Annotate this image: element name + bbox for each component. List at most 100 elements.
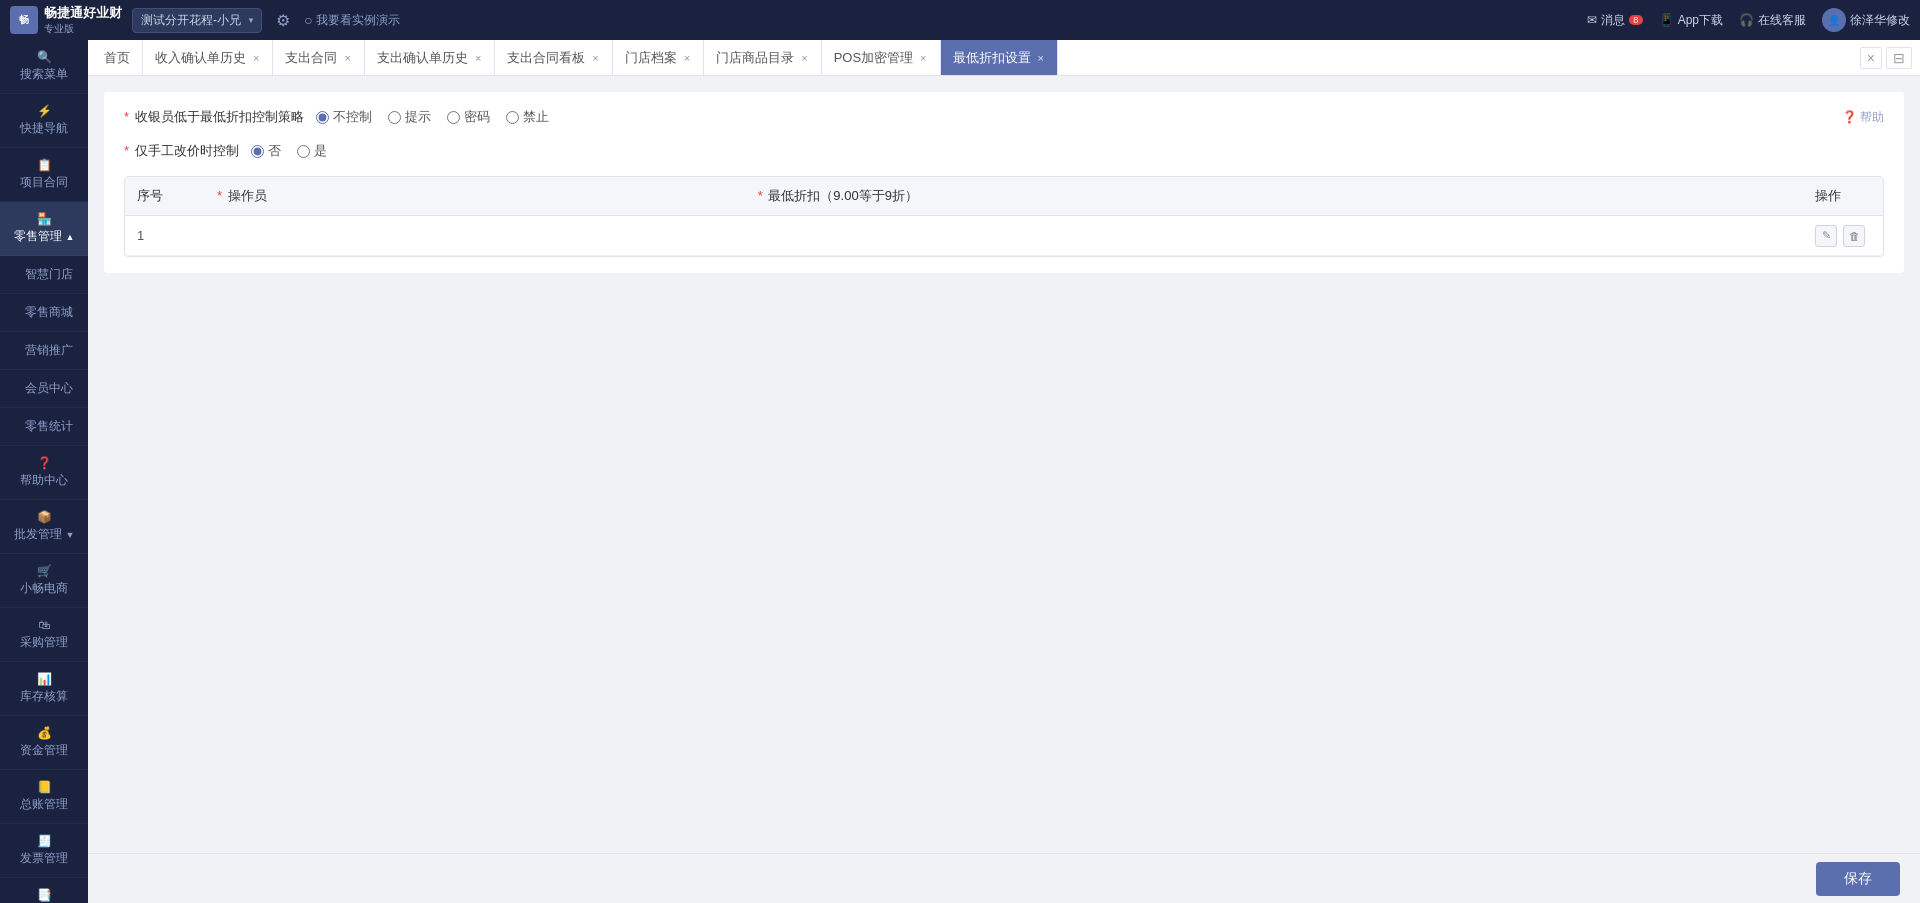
sidebar-item-tax-mgmt[interactable]: 📑 税务管理 bbox=[0, 878, 88, 903]
messages-btn[interactable]: ✉ 消息 8 bbox=[1587, 12, 1643, 29]
messages-label: 消息 bbox=[1601, 12, 1625, 29]
tab-payment-contract-board[interactable]: 支出合同看板 × bbox=[495, 40, 612, 76]
sidebar-item-invoice-mgmt[interactable]: 🧾 发票管理 bbox=[0, 824, 88, 878]
edit-row-1-btn[interactable]: ✎ bbox=[1815, 225, 1837, 247]
tab-payment-contract[interactable]: 支出合同 × bbox=[273, 40, 364, 76]
th-seq: 序号 bbox=[125, 177, 205, 215]
message-icon: ✉ bbox=[1587, 13, 1597, 27]
control-strategy-radio-group: 不控制 提示 密码 禁止 bbox=[316, 108, 549, 126]
radio-input-forbid[interactable] bbox=[506, 111, 519, 124]
sidebar-item-marketing[interactable]: 营销推广 bbox=[0, 332, 88, 370]
radio-label-password: 密码 bbox=[464, 108, 490, 126]
delete-row-1-btn[interactable]: 🗑 bbox=[1843, 225, 1865, 247]
tab-income-confirm-history[interactable]: 收入确认单历史 × bbox=[143, 40, 273, 76]
radio-tip[interactable]: 提示 bbox=[388, 108, 431, 126]
sidebar-item-retail-mgmt[interactable]: 🏪 零售管理 ▲ bbox=[0, 202, 88, 256]
bottom-bar: 保存 bbox=[88, 853, 1920, 903]
sidebar-label-shortcuts: 快捷导航 bbox=[20, 120, 68, 137]
sidebar-label-project-contract: 项目合同 bbox=[20, 174, 68, 191]
td-action-1: ✎ 🗑 bbox=[1803, 217, 1883, 255]
tab-close-current-btn[interactable]: × bbox=[1860, 47, 1882, 69]
sidebar-item-wholesale-mgmt[interactable]: 📦 批发管理 ▼ bbox=[0, 500, 88, 554]
required-star-2: * bbox=[124, 143, 129, 158]
tab-close-store-product-catalog[interactable]: × bbox=[800, 52, 808, 64]
radio-no-control[interactable]: 不控制 bbox=[316, 108, 372, 126]
wholesale-row: 批发管理 ▼ bbox=[14, 526, 75, 543]
save-button[interactable]: 保存 bbox=[1816, 862, 1900, 896]
sidebar-label-capital-mgmt: 资金管理 bbox=[20, 742, 68, 759]
sidebar-item-ecommerce[interactable]: 🛒 小畅电商 bbox=[0, 554, 88, 608]
messages-badge: 8 bbox=[1629, 15, 1643, 25]
sidebar-label-ledger-mgmt: 总账管理 bbox=[20, 796, 68, 813]
radio-manual-no[interactable]: 否 bbox=[251, 142, 281, 160]
project-selector[interactable]: 测试分开花程-小兄 bbox=[132, 8, 262, 33]
radio-input-password[interactable] bbox=[447, 111, 460, 124]
tab-close-min-discount-setting[interactable]: × bbox=[1037, 52, 1045, 64]
retail-icon: 🏪 bbox=[37, 212, 52, 226]
radio-manual-yes[interactable]: 是 bbox=[297, 142, 327, 160]
demo-link-text: 我要看实例演示 bbox=[316, 12, 400, 29]
sidebar-item-retail-stats[interactable]: 零售统计 bbox=[0, 408, 88, 446]
tab-close-pos-password-mgmt[interactable]: × bbox=[919, 52, 927, 64]
radio-label-no-control: 不控制 bbox=[333, 108, 372, 126]
sidebar-item-search[interactable]: 🔍 搜索菜单 bbox=[0, 40, 88, 94]
tab-label-payment-confirm-history: 支出确认单历史 bbox=[377, 49, 468, 67]
tab-pos-password-mgmt[interactable]: POS加密管理 × bbox=[822, 40, 941, 76]
radio-input-no-control[interactable] bbox=[316, 111, 329, 124]
demo-link[interactable]: 我要看实例演示 bbox=[304, 12, 400, 29]
settings-icon[interactable]: ⚙ bbox=[272, 9, 294, 32]
tab-store-archive[interactable]: 门店档案 × bbox=[613, 40, 704, 76]
tab-menu-btn[interactable]: ⊟ bbox=[1886, 47, 1912, 69]
inventory-icon: 📊 bbox=[37, 672, 52, 686]
radio-password[interactable]: 密码 bbox=[447, 108, 490, 126]
sidebar-item-capital-mgmt[interactable]: 💰 资金管理 bbox=[0, 716, 88, 770]
header-right: ✉ 消息 8 📱 App下载 🎧 在线客服 👤 徐泽华修改 bbox=[1587, 8, 1910, 32]
online-service-btn[interactable]: 🎧 在线客服 bbox=[1739, 12, 1806, 29]
top-header: 畅 畅捷通好业财 专业版 测试分开花程-小兄 ⚙ 我要看实例演示 ✉ 消息 8 … bbox=[0, 0, 1920, 40]
sidebar-item-inventory[interactable]: 📊 库存核算 bbox=[0, 662, 88, 716]
app-download-btn[interactable]: 📱 App下载 bbox=[1659, 12, 1723, 29]
retail-mgmt-row: 零售管理 ▲ bbox=[14, 228, 75, 245]
help-link[interactable]: ❓ 帮助 bbox=[1842, 109, 1884, 126]
tab-close-store-archive[interactable]: × bbox=[683, 52, 691, 64]
sidebar-item-member-center[interactable]: 会员中心 bbox=[0, 370, 88, 408]
sidebar-item-shortcuts[interactable]: ⚡ 快捷导航 bbox=[0, 94, 88, 148]
tab-store-product-catalog[interactable]: 门店商品目录 × bbox=[704, 40, 821, 76]
tab-min-discount-setting[interactable]: 最低折扣设置 × bbox=[941, 40, 1058, 76]
sidebar-label-retail-stats: 零售统计 bbox=[25, 418, 73, 435]
tab-close-payment-contract-board[interactable]: × bbox=[591, 52, 599, 64]
tab-home[interactable]: 首页 bbox=[92, 40, 143, 76]
sidebar-item-purchase-mgmt[interactable]: 🛍 采购管理 bbox=[0, 608, 88, 662]
radio-forbid[interactable]: 禁止 bbox=[506, 108, 549, 126]
tab-close-payment-contract[interactable]: × bbox=[343, 52, 351, 64]
sidebar-item-help-center[interactable]: ❓ 帮助中心 bbox=[0, 446, 88, 500]
td-operator-1 bbox=[205, 228, 746, 244]
sidebar-item-retail-mall[interactable]: 零售商城 bbox=[0, 294, 88, 332]
content-area: 首页 收入确认单历史 × 支出合同 × 支出确认单历史 × 支出合同看板 × 门… bbox=[88, 40, 1920, 903]
contract-icon: 📋 bbox=[37, 158, 52, 172]
shortcuts-icon: ⚡ bbox=[37, 104, 52, 118]
tab-label-store-archive: 门店档案 bbox=[625, 49, 677, 67]
header-left: 畅 畅捷通好业财 专业版 测试分开花程-小兄 ⚙ 我要看实例演示 bbox=[10, 4, 400, 36]
avatar: 👤 bbox=[1822, 8, 1846, 32]
radio-label-forbid: 禁止 bbox=[523, 108, 549, 126]
sidebar: 🔍 搜索菜单 ⚡ 快捷导航 📋 项目合同 🏪 零售管理 ▲ 智慧门店 零售商城 … bbox=[0, 40, 88, 903]
radio-input-manual-yes[interactable] bbox=[297, 145, 310, 158]
table-body: 1 ✎ 🗑 bbox=[125, 216, 1883, 256]
sidebar-item-ledger-mgmt[interactable]: 📒 总账管理 bbox=[0, 770, 88, 824]
sidebar-item-smart-store[interactable]: 智慧门店 bbox=[0, 256, 88, 294]
tab-close-income-confirm-history[interactable]: × bbox=[252, 52, 260, 64]
discount-table: 序号 * 操作员 * 最低折扣（9.00等于9折） 操作 1 bbox=[124, 176, 1884, 257]
radio-input-tip[interactable] bbox=[388, 111, 401, 124]
user-btn[interactable]: 👤 徐泽华修改 bbox=[1822, 8, 1910, 32]
tab-payment-confirm-history[interactable]: 支出确认单历史 × bbox=[365, 40, 495, 76]
manual-price-row: * 仅手工改价时控制 否 是 bbox=[124, 142, 1884, 160]
tab-close-payment-confirm-history[interactable]: × bbox=[474, 52, 482, 64]
radio-input-manual-no[interactable] bbox=[251, 145, 264, 158]
required-star-1: * bbox=[124, 109, 129, 124]
user-name: 徐泽华修改 bbox=[1850, 12, 1910, 29]
sidebar-item-project-contract[interactable]: 📋 项目合同 bbox=[0, 148, 88, 202]
sidebar-label-wholesale-mgmt: 批发管理 bbox=[14, 526, 62, 543]
radio-label-manual-no: 否 bbox=[268, 142, 281, 160]
settings-card: * 收银员低于最低折扣控制策略 不控制 提示 bbox=[104, 92, 1904, 273]
